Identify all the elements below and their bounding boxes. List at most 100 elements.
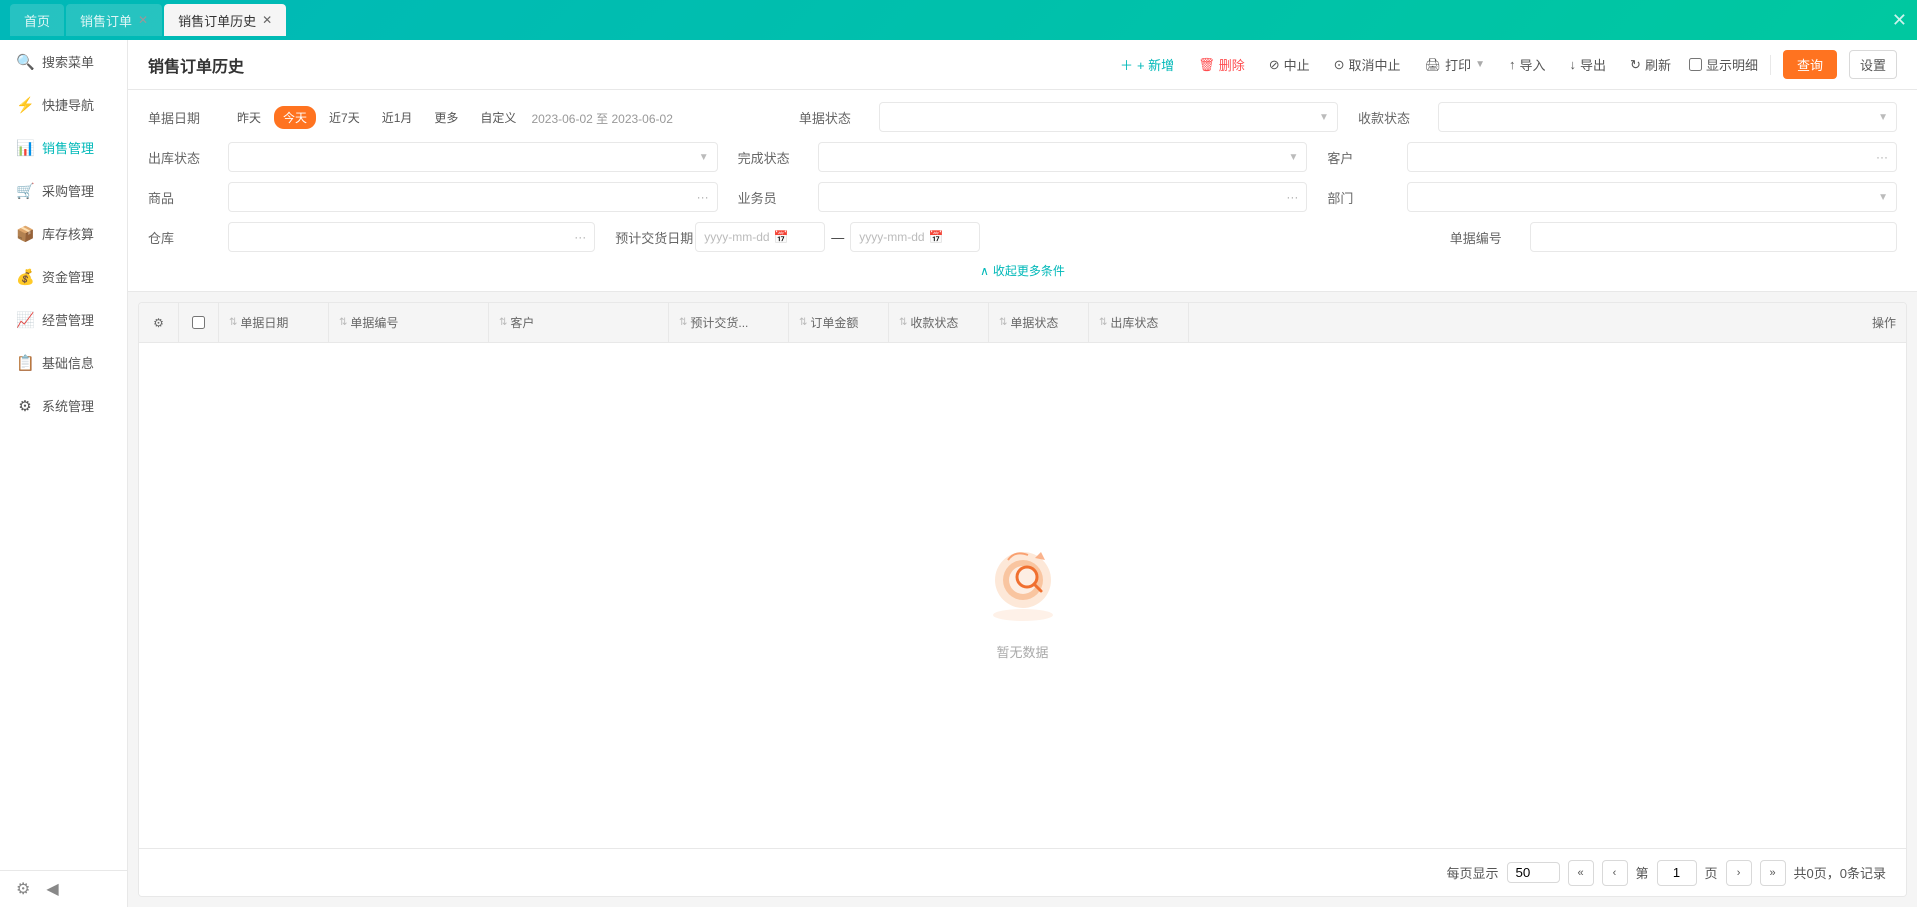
sidebar-item-ops-mgmt[interactable]: 📈 经营管理: [0, 298, 127, 341]
tab-home-label: 首页: [24, 11, 50, 30]
page-label: 第: [1636, 863, 1649, 882]
date-btn-custom[interactable]: 自定义: [471, 106, 525, 129]
th-out-status[interactable]: ⇅ 出库状态: [1089, 303, 1189, 342]
receipt-status-select[interactable]: ▼: [1438, 102, 1897, 132]
sidebar-item-stock-mgmt[interactable]: 📦 库存核算: [0, 212, 127, 255]
delivery-date-control: yyyy-mm-dd 📅 — yyyy-mm-dd 📅: [695, 222, 1430, 252]
sidebar-stock-mgmt-label: 库存核算: [42, 224, 94, 243]
th-checkbox[interactable]: [179, 303, 219, 342]
sidebar-item-purchase-mgmt[interactable]: 🛒 采购管理: [0, 169, 127, 212]
customer-label: 客户: [1327, 148, 1407, 167]
th-date[interactable]: ⇅ 单据日期: [219, 303, 329, 342]
import-button[interactable]: ↑ 导入: [1503, 51, 1552, 78]
refresh-label: 刷新: [1645, 55, 1671, 74]
cancel-stop-label: 取消中止: [1349, 55, 1401, 74]
content-area: 销售订单历史 ＋ + 新增 🗑 删除 ⊘ 中止 ⊙ 取消中止: [128, 40, 1917, 907]
date-btn-today[interactable]: 今天: [274, 106, 316, 129]
date-btn-1month[interactable]: 近1月: [373, 106, 422, 129]
sidebar-item-sys-mgmt[interactable]: ⚙ 系统管理: [0, 384, 127, 427]
complete-status-arrow-icon: ▼: [1288, 152, 1298, 163]
new-button[interactable]: ＋ + 新增: [1114, 51, 1180, 78]
dept-select[interactable]: ▼: [1407, 182, 1897, 212]
tab-home[interactable]: 首页: [10, 4, 64, 36]
cancel-stop-button[interactable]: ⊙ 取消中止: [1328, 51, 1407, 78]
delivery-date-start[interactable]: yyyy-mm-dd 📅: [695, 222, 825, 252]
query-button[interactable]: 查询: [1783, 50, 1837, 79]
sidebar-item-sales-mgmt[interactable]: 📊 销售管理: [0, 126, 127, 169]
settings-button[interactable]: 设置: [1849, 50, 1897, 79]
sales-person-label: 业务员: [738, 188, 818, 207]
receipt-status-label: 收款状态: [1358, 108, 1438, 127]
date-btn-yesterday[interactable]: 昨天: [228, 106, 270, 129]
order-status-select[interactable]: ▼: [879, 102, 1338, 132]
cancel-stop-icon: ⊙: [1334, 57, 1345, 73]
collapse-more[interactable]: ∧ 收起更多条件: [148, 262, 1897, 279]
print-icon: 🖨: [1425, 57, 1442, 73]
refresh-button[interactable]: ↻ 刷新: [1624, 51, 1677, 78]
settings-label: 设置: [1860, 55, 1886, 74]
sales-person-input[interactable]: ···: [818, 182, 1308, 212]
divider: [1770, 55, 1771, 75]
tab-sales-order-history-label: 销售订单历史: [178, 11, 256, 30]
th-order-label: 单据编号: [350, 314, 398, 331]
delivery-date-end[interactable]: yyyy-mm-dd 📅: [850, 222, 980, 252]
date-quick-btns: 昨天 今天 近7天 近1月 更多 自定义: [228, 106, 525, 129]
sidebar-settings-icon[interactable]: ⚙: [16, 879, 30, 899]
th-order[interactable]: ⇅ 单据编号: [329, 303, 489, 342]
product-input[interactable]: ···: [228, 182, 718, 212]
export-button[interactable]: ↓ 导出: [1564, 51, 1613, 78]
order-status-arrow-icon: ▼: [1319, 112, 1329, 123]
th-settings[interactable]: ⚙: [139, 303, 179, 342]
tab-sales-order-label: 销售订单: [80, 11, 132, 30]
ops-mgmt-icon: 📈: [16, 311, 34, 329]
th-order-status[interactable]: ⇅ 单据状态: [989, 303, 1089, 342]
warehouse-input[interactable]: ···: [228, 222, 595, 252]
select-all-checkbox[interactable]: [192, 316, 205, 329]
stop-button[interactable]: ⊘ 中止: [1263, 51, 1316, 78]
page-size-select[interactable]: 10 20 50 100: [1507, 862, 1560, 883]
sidebar-item-search-menu[interactable]: 🔍 搜索菜单: [0, 40, 127, 83]
sidebar-item-fund-mgmt[interactable]: 💰 资金管理: [0, 255, 127, 298]
out-status-select[interactable]: ▼: [228, 142, 718, 172]
sidebar-item-basic-info[interactable]: 📋 基础信息: [0, 341, 127, 384]
sidebar-collapse-icon[interactable]: ◀: [46, 879, 58, 899]
order-no-input[interactable]: [1530, 222, 1897, 252]
delivery-date-start-placeholder: yyyy-mm-dd: [704, 230, 769, 244]
last-page-btn[interactable]: »: [1760, 860, 1786, 886]
first-page-btn[interactable]: «: [1568, 860, 1594, 886]
date-btn-7days[interactable]: 近7天: [320, 106, 369, 129]
th-status-label: 单据状态: [1010, 314, 1058, 331]
sort-receipt-icon: ⇅: [899, 317, 907, 328]
display-toggle-checkbox[interactable]: [1689, 58, 1702, 71]
tab-sales-order-history-close[interactable]: ✕: [262, 13, 272, 27]
th-delivery[interactable]: ⇅ 预计交货...: [669, 303, 789, 342]
th-out-label: 出库状态: [1110, 314, 1158, 331]
tab-sales-order-history[interactable]: 销售订单历史 ✕: [164, 4, 286, 36]
page-input[interactable]: [1657, 860, 1697, 886]
date-btn-more[interactable]: 更多: [425, 106, 467, 129]
window-close-btn[interactable]: ✕: [1892, 10, 1907, 31]
th-customer[interactable]: ⇅ 客户: [489, 303, 669, 342]
display-toggle[interactable]: 显示明细: [1689, 55, 1758, 74]
collapse-chevron-icon: ∧: [980, 264, 989, 278]
sidebar-item-quick-nav[interactable]: ⚡ 快捷导航: [0, 83, 127, 126]
th-amount[interactable]: ⇅ 订单金额: [789, 303, 889, 342]
pagination: 每页显示 10 20 50 100 « ‹ 第 页 › » 共0页，0条记录: [139, 848, 1906, 896]
prev-page-btn[interactable]: ‹: [1602, 860, 1628, 886]
sys-mgmt-icon: ⚙: [16, 397, 34, 415]
delete-button[interactable]: 🗑 删除: [1192, 51, 1251, 78]
quick-nav-icon: ⚡: [16, 96, 34, 114]
product-dots-icon: ···: [697, 190, 709, 204]
th-receipt-status[interactable]: ⇅ 收款状态: [889, 303, 989, 342]
order-status-control: ▼: [879, 102, 1338, 132]
customer-input[interactable]: ···: [1407, 142, 1897, 172]
customer-dots-icon: ···: [1876, 150, 1888, 164]
customer-control: ···: [1407, 142, 1897, 172]
th-operation-label: 操作: [1872, 314, 1896, 331]
tab-sales-order-close[interactable]: ✕: [138, 13, 148, 27]
print-button[interactable]: 🖨 打印 ▼: [1419, 51, 1491, 78]
page-label-2: 页: [1705, 863, 1718, 882]
next-page-btn[interactable]: ›: [1726, 860, 1752, 886]
complete-status-select[interactable]: ▼: [818, 142, 1308, 172]
tab-sales-order[interactable]: 销售订单 ✕: [66, 4, 162, 36]
